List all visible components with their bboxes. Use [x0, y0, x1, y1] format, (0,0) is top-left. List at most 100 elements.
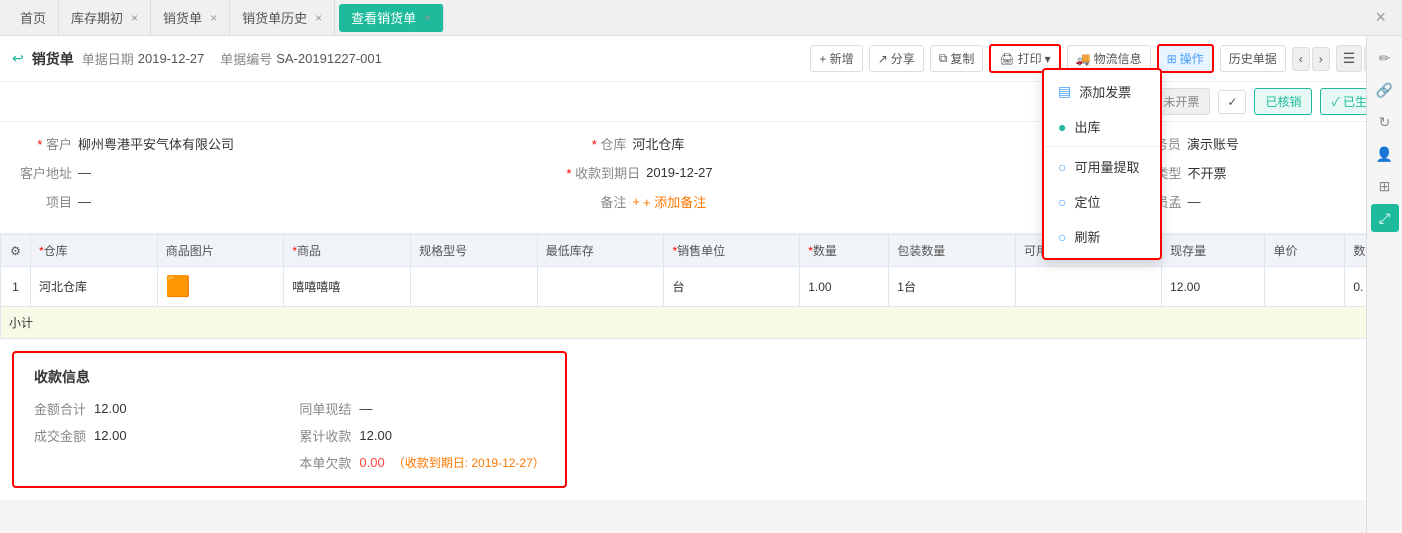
- customer-value[interactable]: 柳州粤港平安气体有限公司: [78, 134, 234, 153]
- product-table: ⚙ *仓库 商品图片 *商品 规格型号 最低库存 *销售单位 *数量 包装数量 …: [0, 234, 1402, 339]
- col-price: 单价: [1265, 235, 1345, 267]
- note-label: 备注: [566, 192, 626, 211]
- outbound-item[interactable]: ● 出库: [1044, 109, 1160, 144]
- cell-package-qty: 1台: [889, 267, 1016, 307]
- refresh-icon: ○: [1058, 229, 1066, 245]
- cell-spec: [411, 267, 538, 307]
- col-product: *商品: [284, 235, 411, 267]
- warehouse-value[interactable]: 河北仓库: [632, 134, 684, 153]
- doc-number-field: 单据编号 SA-20191227-001: [220, 49, 382, 68]
- cell-stock: 12.00: [1162, 267, 1265, 307]
- logistics-icon: 🚚: [1076, 52, 1091, 66]
- this-order-due-value: 0.00: [359, 455, 384, 470]
- window-close-button[interactable]: ×: [1367, 7, 1394, 28]
- close-sales-history-tab[interactable]: ×: [315, 11, 322, 25]
- header-meta: 单据日期 2019-12-27 单据编号 SA-20191227-001: [82, 49, 803, 68]
- cell-unit[interactable]: 台: [664, 267, 800, 307]
- total-amount-label: 金额合计: [34, 399, 86, 418]
- total-amount-item: 金额合计 12.00: [34, 399, 279, 418]
- add-invoice-icon: ▤: [1058, 83, 1071, 100]
- cumulative-collection-label: 累计收款: [299, 426, 351, 445]
- tab-view-sales[interactable]: 查看销货单 ×: [339, 4, 444, 32]
- sidebar-grid-button[interactable]: ⊞: [1371, 172, 1399, 200]
- next-button[interactable]: ›: [1312, 47, 1330, 71]
- payment-info-title: 收款信息: [34, 367, 545, 387]
- warehouse-field: * 仓库 河北仓库: [566, 134, 835, 153]
- address-field: 客户地址 —: [12, 163, 281, 182]
- this-order-due-item: 本单欠款 0.00 （收款到期日: 2019-12-27）: [299, 453, 544, 472]
- operations-button[interactable]: ⊞ 操作: [1157, 44, 1214, 73]
- tab-sales-history[interactable]: 销货单历史 ×: [230, 0, 335, 35]
- operations-icon: ⊞: [1167, 52, 1177, 66]
- tab-bar: 首页 库存期初 × 销货单 × 销货单历史 × 查看销货单 × ×: [0, 0, 1402, 36]
- bottom-section: 收款信息 金额合计 12.00 同单现结 — 成交金额 12.00 累计收款 1…: [0, 339, 1402, 500]
- payment-date-value[interactable]: 2019-12-27: [646, 165, 713, 180]
- due-date-note: （收款到期日: 2019-12-27）: [393, 454, 545, 471]
- share-button[interactable]: ↗ 分享: [869, 45, 924, 72]
- cell-warehouse[interactable]: 河北仓库: [31, 267, 158, 307]
- confirm-icon: ✓: [1227, 95, 1237, 109]
- sidebar-link-button[interactable]: 🔗: [1371, 76, 1399, 104]
- locate-item[interactable]: ○ 定位: [1044, 184, 1160, 219]
- close-inventory-tab[interactable]: ×: [131, 11, 138, 25]
- list-view-button[interactable]: ☰: [1336, 45, 1363, 72]
- warehouse-label: * 仓库: [566, 134, 626, 153]
- same-settlement-label: 同单现结: [299, 399, 351, 418]
- sidebar-expand-button[interactable]: ⤢: [1371, 204, 1399, 232]
- tab-sales[interactable]: 销货单 ×: [151, 0, 230, 35]
- sidebar-refresh-button[interactable]: ↻: [1371, 108, 1399, 136]
- number-label: 单据编号: [220, 49, 272, 68]
- add-note-button[interactable]: + + 添加备注: [632, 192, 706, 211]
- col-unit: *销售单位: [664, 235, 800, 267]
- share-icon: ↗: [878, 52, 888, 66]
- transaction-amount-label: 成交金额: [34, 426, 86, 445]
- close-view-sales-tab[interactable]: ×: [424, 11, 431, 25]
- col-settings[interactable]: ⚙: [1, 235, 31, 267]
- nav-arrows: ‹ ›: [1292, 47, 1330, 71]
- refresh-item[interactable]: ○ 刷新: [1044, 219, 1160, 254]
- number-value: SA-20191227-001: [276, 51, 382, 66]
- cell-quantity[interactable]: 1.00: [800, 267, 889, 307]
- new-button[interactable]: + 新增: [810, 45, 862, 72]
- prev-button[interactable]: ‹: [1292, 47, 1310, 71]
- same-settlement-item: 同单现结 —: [299, 399, 544, 418]
- add-invoice-item[interactable]: ▤ 添加发票: [1044, 74, 1160, 109]
- cumulative-collection-item: 累计收款 12.00: [299, 426, 544, 445]
- sidebar-user-button[interactable]: 👤: [1371, 140, 1399, 168]
- table-row: 1 河北仓库 🟧 嘻嘻嘻嘻 台 1.00 1台 12.00 0.: [1, 267, 1402, 307]
- form-section: * 客户 柳州粤港平安气体有限公司 * 仓库 河北仓库 业务员 演示账号 客户地…: [0, 122, 1402, 234]
- total-amount-value: 12.00: [94, 401, 127, 416]
- sidebar-edit-button[interactable]: ✏: [1371, 44, 1399, 72]
- row-number: 1: [1, 267, 31, 307]
- cell-price[interactable]: [1265, 267, 1345, 307]
- print-dropdown-arrow[interactable]: ▾: [1045, 52, 1051, 66]
- copy-button[interactable]: ⧉ 复制: [930, 45, 984, 72]
- col-min-stock: 最低库存: [537, 235, 664, 267]
- available-qty-icon: ○: [1058, 159, 1066, 175]
- operations-dropdown: ▤ 添加发票 ● 出库 ○ 可用量提取 ○ 定位 ○ 刷新: [1042, 68, 1162, 260]
- confirm-button[interactable]: ✓: [1218, 90, 1246, 114]
- available-qty-label: 可用量提取: [1074, 157, 1139, 176]
- menu-divider: [1044, 146, 1160, 147]
- ticket-type-value[interactable]: 不开票: [1188, 163, 1227, 182]
- cell-available: [1015, 267, 1161, 307]
- tab-inventory[interactable]: 库存期初 ×: [59, 0, 151, 35]
- doc-date-field: 单据日期 2019-12-27: [82, 49, 205, 68]
- right-sidebar: ✏ 🔗 ↻ 👤 ⊞ ⤢: [1366, 36, 1402, 533]
- history-button[interactable]: 历史单据: [1220, 45, 1286, 72]
- project-value: —: [78, 194, 91, 209]
- project-field: 项目 —: [12, 192, 281, 211]
- already-sold-badge[interactable]: 已核销: [1254, 88, 1312, 115]
- this-order-due-label: 本单欠款: [299, 453, 351, 472]
- print-icon: 🖨: [999, 52, 1014, 66]
- form-row-1: * 客户 柳州粤港平安气体有限公司 * 仓库 河北仓库 业务员 演示账号: [12, 134, 1390, 153]
- project-label: 项目: [12, 192, 72, 211]
- subtotal-row: 小计: [1, 307, 1402, 339]
- cell-product[interactable]: 嘻嘻嘻嘻: [284, 267, 411, 307]
- close-sales-tab[interactable]: ×: [210, 11, 217, 25]
- customer-label: * 客户: [12, 134, 72, 153]
- tab-home[interactable]: 首页: [8, 0, 59, 35]
- salesperson-value: 演示账号: [1187, 134, 1239, 153]
- available-qty-item[interactable]: ○ 可用量提取: [1044, 149, 1160, 184]
- transaction-amount-item: 成交金额 12.00: [34, 426, 279, 445]
